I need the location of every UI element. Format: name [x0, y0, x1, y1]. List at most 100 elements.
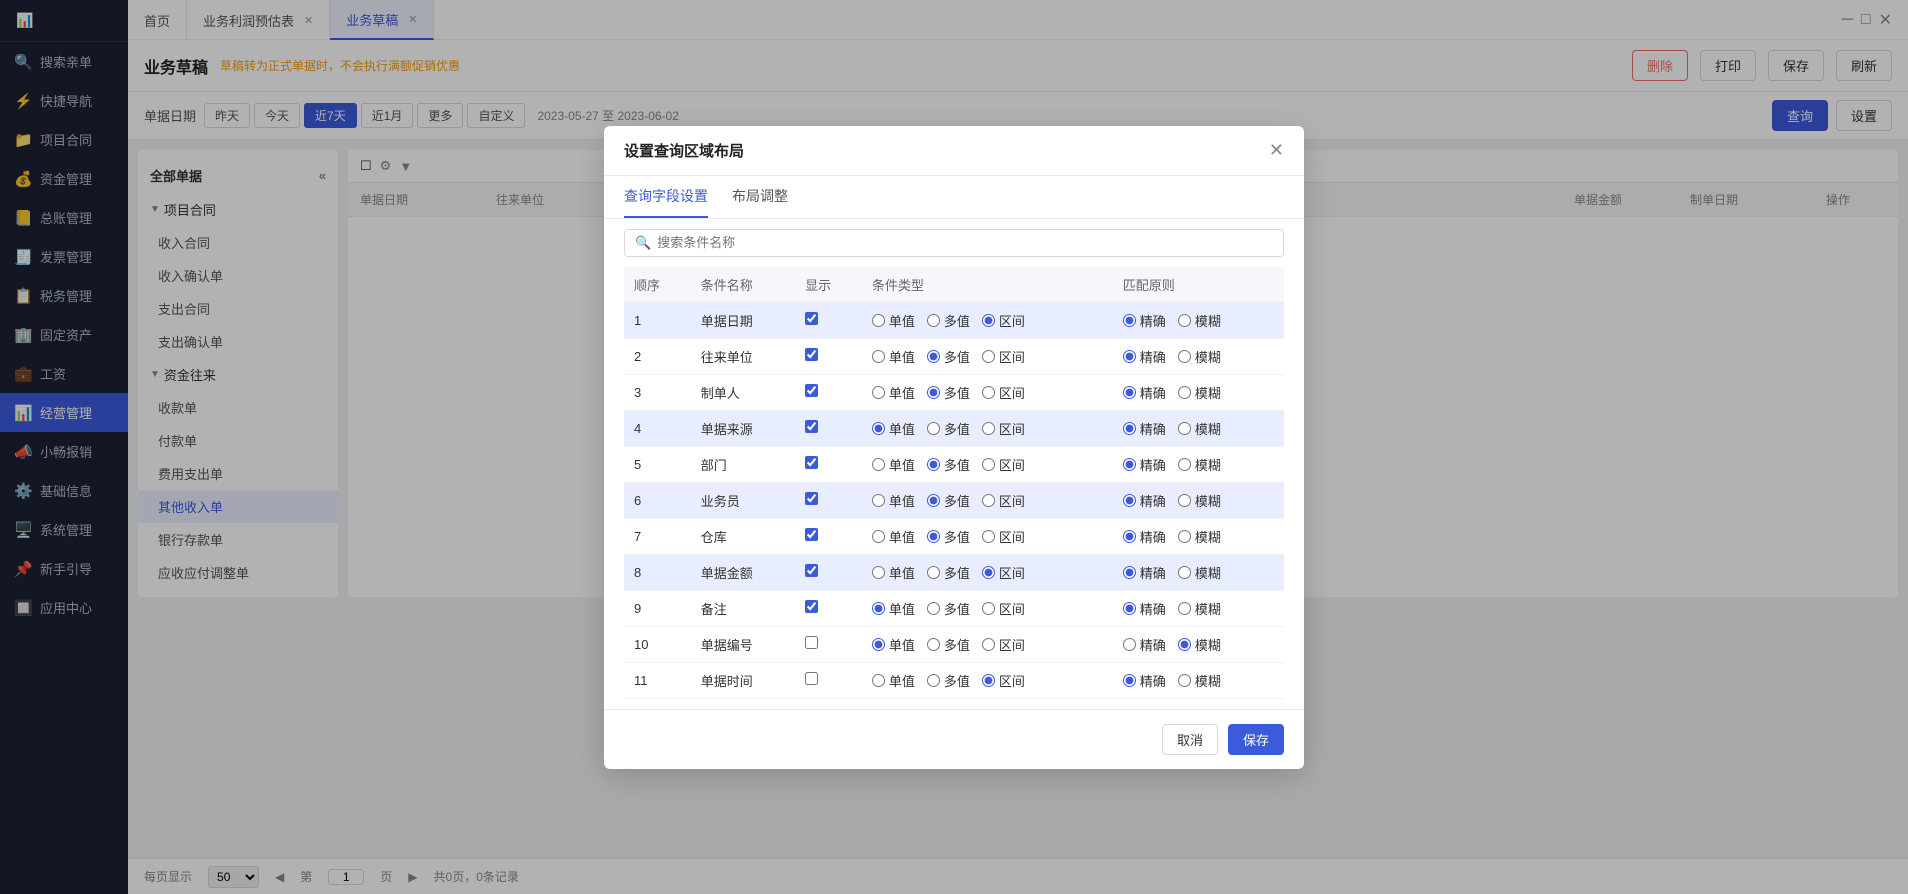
cond-radio-6-单值[interactable]: 单值	[872, 491, 915, 510]
match-radio-6-模糊[interactable]: 模糊	[1178, 491, 1221, 510]
table-row: 10单据编号单值多值区间精确模糊	[624, 626, 1284, 662]
col-header-条件名称: 条件名称	[691, 267, 795, 303]
cond-radio-9-多值[interactable]: 多值	[927, 599, 970, 618]
row-order-10: 10	[624, 626, 691, 662]
cond-radio-4-单值[interactable]: 单值	[872, 419, 915, 438]
row-match-7: 精确模糊	[1113, 518, 1284, 554]
row-match-1: 精确模糊	[1113, 302, 1284, 338]
cond-radio-5-单值[interactable]: 单值	[872, 455, 915, 474]
row-show-4[interactable]	[795, 410, 862, 446]
table-row: 3制单人单值多值区间精确模糊	[624, 374, 1284, 410]
modal-footer: 取消 保存	[604, 709, 1304, 769]
show-checkbox-9[interactable]	[805, 600, 818, 613]
modal-close-button[interactable]: ✕	[1269, 140, 1284, 161]
cond-radio-5-多值[interactable]: 多值	[927, 455, 970, 474]
row-show-8[interactable]	[795, 554, 862, 590]
row-show-9[interactable]	[795, 590, 862, 626]
match-radio-3-模糊[interactable]: 模糊	[1178, 383, 1221, 402]
row-show-7[interactable]	[795, 518, 862, 554]
cond-radio-10-单值[interactable]: 单值	[872, 635, 915, 654]
cond-radio-1-单值[interactable]: 单值	[872, 311, 915, 330]
match-radio-6-精确[interactable]: 精确	[1123, 491, 1166, 510]
match-radio-10-模糊[interactable]: 模糊	[1178, 635, 1221, 654]
show-checkbox-7[interactable]	[805, 528, 818, 541]
match-radio-11-精确[interactable]: 精确	[1123, 671, 1166, 690]
match-radio-4-模糊[interactable]: 模糊	[1178, 419, 1221, 438]
cond-radio-2-单值[interactable]: 单值	[872, 347, 915, 366]
match-radio-5-模糊[interactable]: 模糊	[1178, 455, 1221, 474]
row-name-3: 制单人	[691, 374, 795, 410]
row-name-8: 单据金额	[691, 554, 795, 590]
row-show-6[interactable]	[795, 482, 862, 518]
cond-radio-3-单值[interactable]: 单值	[872, 383, 915, 402]
modal-tab-layout[interactable]: 布局调整	[732, 176, 788, 218]
row-order-11: 11	[624, 662, 691, 698]
show-checkbox-11[interactable]	[805, 672, 818, 685]
row-show-11[interactable]	[795, 662, 862, 698]
match-radio-9-精确[interactable]: 精确	[1123, 599, 1166, 618]
cond-radio-5-区间[interactable]: 区间	[982, 455, 1025, 474]
match-radio-2-模糊[interactable]: 模糊	[1178, 347, 1221, 366]
match-radio-7-精确[interactable]: 精确	[1123, 527, 1166, 546]
cond-radio-8-多值[interactable]: 多值	[927, 563, 970, 582]
match-radio-8-精确[interactable]: 精确	[1123, 563, 1166, 582]
match-radio-8-模糊[interactable]: 模糊	[1178, 563, 1221, 582]
cond-radio-9-区间[interactable]: 区间	[982, 599, 1025, 618]
show-checkbox-4[interactable]	[805, 420, 818, 433]
cond-radio-3-多值[interactable]: 多值	[927, 383, 970, 402]
match-radio-10-精确[interactable]: 精确	[1123, 635, 1166, 654]
match-radio-1-精确[interactable]: 精确	[1123, 311, 1166, 330]
row-show-3[interactable]	[795, 374, 862, 410]
show-checkbox-3[interactable]	[805, 384, 818, 397]
match-radio-5-精确[interactable]: 精确	[1123, 455, 1166, 474]
cond-radio-10-区间[interactable]: 区间	[982, 635, 1025, 654]
cond-radio-1-区间[interactable]: 区间	[982, 311, 1025, 330]
cond-radio-1-多值[interactable]: 多值	[927, 311, 970, 330]
match-radio-11-模糊[interactable]: 模糊	[1178, 671, 1221, 690]
row-name-4: 单据来源	[691, 410, 795, 446]
cond-radio-7-多值[interactable]: 多值	[927, 527, 970, 546]
row-name-5: 部门	[691, 446, 795, 482]
show-checkbox-5[interactable]	[805, 456, 818, 469]
cond-radio-11-区间[interactable]: 区间	[982, 671, 1025, 690]
row-show-5[interactable]	[795, 446, 862, 482]
row-show-10[interactable]	[795, 626, 862, 662]
cond-radio-6-区间[interactable]: 区间	[982, 491, 1025, 510]
match-radio-7-模糊[interactable]: 模糊	[1178, 527, 1221, 546]
cond-radio-7-区间[interactable]: 区间	[982, 527, 1025, 546]
condition-search-input[interactable]	[657, 235, 1273, 250]
row-show-2[interactable]	[795, 338, 862, 374]
show-checkbox-1[interactable]	[805, 312, 818, 325]
cond-radio-7-单值[interactable]: 单值	[872, 527, 915, 546]
match-radio-1-模糊[interactable]: 模糊	[1178, 311, 1221, 330]
show-checkbox-6[interactable]	[805, 492, 818, 505]
modal-save-button[interactable]: 保存	[1228, 724, 1284, 755]
modal-cancel-button[interactable]: 取消	[1162, 724, 1218, 755]
match-radio-2-精确[interactable]: 精确	[1123, 347, 1166, 366]
row-match-8: 精确模糊	[1113, 554, 1284, 590]
match-radio-3-精确[interactable]: 精确	[1123, 383, 1166, 402]
show-checkbox-10[interactable]	[805, 636, 818, 649]
cond-radio-11-单值[interactable]: 单值	[872, 671, 915, 690]
cond-radio-10-多值[interactable]: 多值	[927, 635, 970, 654]
show-checkbox-8[interactable]	[805, 564, 818, 577]
cond-radio-8-区间[interactable]: 区间	[982, 563, 1025, 582]
row-show-1[interactable]	[795, 302, 862, 338]
show-checkbox-2[interactable]	[805, 348, 818, 361]
cond-radio-9-单值[interactable]: 单值	[872, 599, 915, 618]
match-radio-4-精确[interactable]: 精确	[1123, 419, 1166, 438]
settings-modal: 设置查询区域布局 ✕ 查询字段设置布局调整 🔍 顺序条件名称显示条件类型匹配原则…	[604, 126, 1304, 769]
match-radio-9-模糊[interactable]: 模糊	[1178, 599, 1221, 618]
cond-radio-8-单值[interactable]: 单值	[872, 563, 915, 582]
cond-radio-2-多值[interactable]: 多值	[927, 347, 970, 366]
cond-radio-2-区间[interactable]: 区间	[982, 347, 1025, 366]
modal-search-area: 🔍	[604, 219, 1304, 267]
row-match-10: 精确模糊	[1113, 626, 1284, 662]
cond-radio-4-区间[interactable]: 区间	[982, 419, 1025, 438]
table-row: 2往来单位单值多值区间精确模糊	[624, 338, 1284, 374]
cond-radio-11-多值[interactable]: 多值	[927, 671, 970, 690]
cond-radio-4-多值[interactable]: 多值	[927, 419, 970, 438]
cond-radio-3-区间[interactable]: 区间	[982, 383, 1025, 402]
cond-radio-6-多值[interactable]: 多值	[927, 491, 970, 510]
modal-tab-query-fields[interactable]: 查询字段设置	[624, 176, 708, 218]
